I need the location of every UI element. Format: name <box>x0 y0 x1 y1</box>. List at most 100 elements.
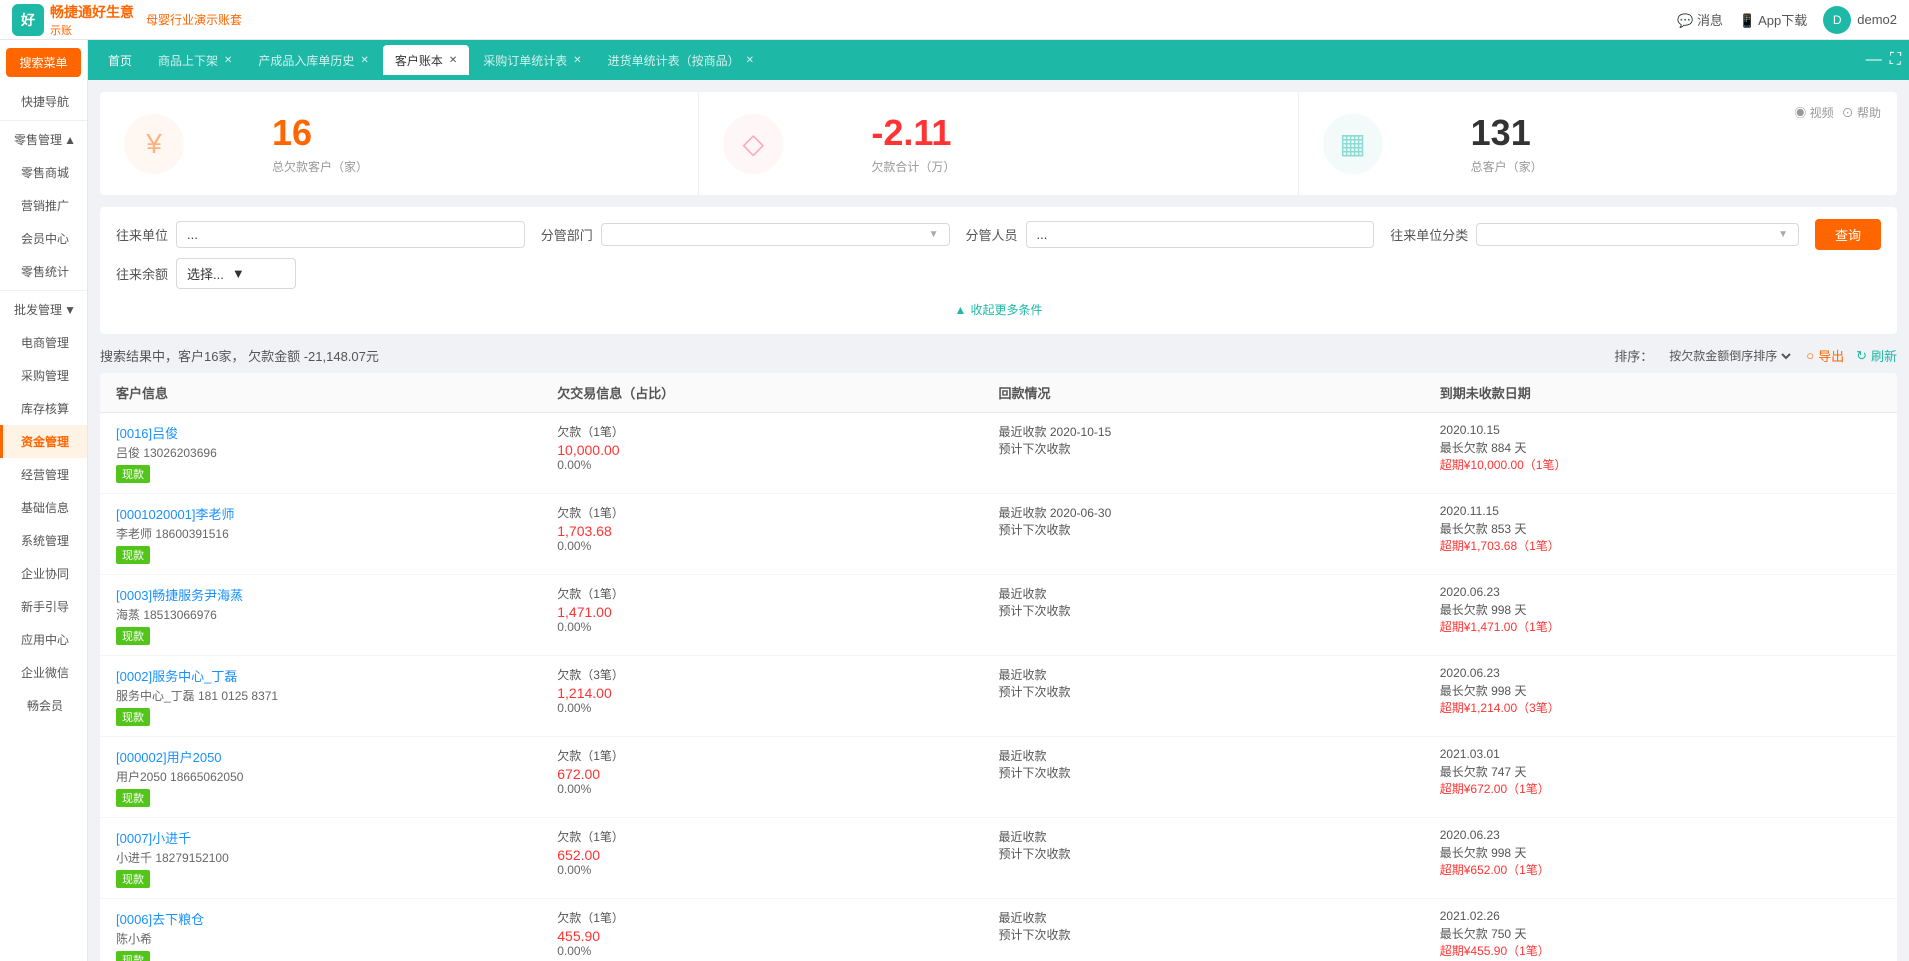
sidebar-item-operation[interactable]: 经营管理 <box>0 458 87 491</box>
collapse-btn[interactable]: ▲ 收起更多条件 <box>116 297 1881 322</box>
filter-person: 分管人员 ... <box>966 221 1375 248</box>
sidebar-item-system[interactable]: 系统管理 <box>0 524 87 557</box>
overdue-amount-4[interactable]: 超期¥1,214.00（3笔） <box>1440 699 1881 716</box>
tab-home[interactable]: 首页 <box>96 45 144 75</box>
user-avatar[interactable]: D demo2 <box>1823 6 1897 34</box>
customer-tag-4: 现款 <box>116 708 150 726</box>
logo-icon: 好 <box>12 4 44 36</box>
filter-person-input[interactable]: ... <box>1026 221 1375 248</box>
app-download-btn[interactable]: 📱 App下载 <box>1739 10 1807 29</box>
debt-amount-3: 1,471.00 <box>557 604 998 620</box>
tab-close-4[interactable]: ✕ <box>573 55 581 66</box>
tab-purchase-stats[interactable]: 采购订单统计表 ✕ <box>471 45 593 75</box>
sidebar-item-marketing[interactable]: 营销推广 <box>0 189 87 222</box>
customer-name-2[interactable]: [0001020001]李老师 <box>116 504 557 523</box>
tab-close-1[interactable]: ✕ <box>224 55 232 66</box>
overdue-amount-2[interactable]: 超期¥1,703.68（1笔） <box>1440 537 1881 554</box>
debt-percent-7: 0.00% <box>557 944 998 958</box>
stat-text-debt: 16 总欠款客户（家） <box>272 112 368 175</box>
sidebar-item-retail-stats[interactable]: 零售统计 <box>0 255 87 288</box>
sidebar-item-newbie[interactable]: 新手引导 <box>0 590 87 623</box>
customer-name-7[interactable]: [0006]去下粮仓 <box>116 909 557 928</box>
sidebar-divider-2 <box>0 290 87 291</box>
overdue-amount-3[interactable]: 超期¥1,471.00（1笔） <box>1440 618 1881 635</box>
tab-close-3[interactable]: ✕ <box>449 55 457 66</box>
refresh-btn[interactable]: ↻ 刷新 <box>1856 346 1897 365</box>
sidebar-item-retail-mall[interactable]: 零售商城 <box>0 156 87 189</box>
tab-minimize-btn[interactable]: — <box>1866 51 1882 69</box>
sidebar-item-member2[interactable]: 畅会员 <box>0 689 87 722</box>
tab-maximize-btn[interactable]: ⛶ <box>1890 51 1901 69</box>
search-menu-btn[interactable]: 搜索菜单 <box>6 48 81 77</box>
collection-next-7: 预计下次收款 <box>999 926 1440 943</box>
overdue-amount-6[interactable]: 超期¥652.00（1笔） <box>1440 861 1881 878</box>
view-video-btn[interactable]: ◉ 视频 <box>1794 104 1833 121</box>
debt-info-2: 欠款（1笔） 1,703.68 0.00% <box>557 504 998 553</box>
stat-icon-total-debt: ◇ <box>723 114 783 174</box>
tab-close-2[interactable]: ✕ <box>360 55 368 66</box>
sidebar-item-basic-info[interactable]: 基础信息 <box>0 491 87 524</box>
export-btn[interactable]: ○ 导出 <box>1806 346 1844 365</box>
sidebar-item-apps[interactable]: 应用中心 <box>0 623 87 656</box>
sidebar-item-retail-mgmt[interactable]: 零售管理▲ <box>0 123 87 156</box>
stat-icon-debt: ¥ <box>124 114 184 174</box>
filter-category-select[interactable]: ▼ <box>1476 223 1799 246</box>
tab-customer-ledger[interactable]: 客户账本 ✕ <box>383 45 469 75</box>
customer-name-1[interactable]: [0016]吕俊 <box>116 423 557 442</box>
filter-dept-select[interactable]: ▼ <box>601 223 950 246</box>
customer-contact-7: 陈小希 <box>116 930 557 947</box>
tab-inbound-stats[interactable]: 进货单统计表（按商品） ✕ <box>596 45 766 75</box>
sidebar-item-finance[interactable]: 资金管理 <box>0 425 87 458</box>
sidebar-item-inventory[interactable]: 库存核算 <box>0 392 87 425</box>
customer-name-5[interactable]: [000002]用户2050 <box>116 747 557 766</box>
subtitle-btn[interactable]: 母婴行业演示账套 <box>146 11 242 28</box>
tab-inbound-stats-label: 进货单统计表（按商品） <box>608 52 740 69</box>
due-date-5: 2021.03.01 <box>1440 747 1881 761</box>
tab-finished-goods[interactable]: 产成品入库单历史 ✕ <box>246 45 380 75</box>
sidebar: 搜索菜单 快捷导航 零售管理▲ 零售商城 营销推广 会员中心 零售统计 批发管理… <box>0 40 88 961</box>
sidebar-item-wholesale[interactable]: 批发管理▼ <box>0 293 87 326</box>
sidebar-item-member[interactable]: 会员中心 <box>0 222 87 255</box>
tab-product-listing[interactable]: 商品上下架 ✕ <box>146 45 244 75</box>
customer-name-3[interactable]: [0003]畅捷服务尹海蒸 <box>116 585 557 604</box>
customer-tag-5: 现款 <box>116 789 150 807</box>
col-header-debt: 欠交易信息（占比） <box>557 383 998 402</box>
main-content: ¥ 16 总欠款客户（家） ◇ -2.11 欠款合计（万） <box>88 80 1909 961</box>
sidebar-item-ecommerce[interactable]: 电商管理 <box>0 326 87 359</box>
customer-name-4[interactable]: [0002]服务中心_丁磊 <box>116 666 557 685</box>
table-row: [0003]畅捷服务尹海蒸 海蒸 18513066976 现款 欠款（1笔） 1… <box>100 575 1897 656</box>
sidebar-item-wechat[interactable]: 企业微信 <box>0 656 87 689</box>
filter-supplier-input[interactable]: ... <box>176 221 525 248</box>
debt-info-1: 欠款（1笔） 10,000.00 0.00% <box>557 423 998 472</box>
table-row: [0001020001]李老师 李老师 18600391516 现款 欠款（1笔… <box>100 494 1897 575</box>
overdue-amount-7[interactable]: 超期¥455.90（1笔） <box>1440 942 1881 959</box>
sidebar-item-purchase[interactable]: 采购管理 <box>0 359 87 392</box>
sidebar-item-quick-nav[interactable]: 快捷导航 <box>0 85 87 118</box>
debt-label-5: 欠款（1笔） <box>557 747 998 764</box>
refresh-icon: ↻ <box>1856 348 1867 364</box>
tab-close-5[interactable]: ✕ <box>746 55 754 66</box>
tabs-bar-right: — ⛶ <box>1866 51 1901 69</box>
sidebar-item-collab[interactable]: 企业协同 <box>0 557 87 590</box>
overdue-amount-5[interactable]: 超期¥672.00（1笔） <box>1440 780 1881 797</box>
search-button[interactable]: 查询 <box>1815 219 1881 250</box>
sort-select[interactable]: 按欠款金额倒序排序 <box>1665 348 1794 364</box>
stat-card-total-customers: ▦ 131 总客户（家） ◉ 视频 ⊙ 帮助 <box>1299 92 1897 195</box>
overdue-info-5: 2021.03.01 最长欠款 747 天 超期¥672.00（1笔） <box>1440 747 1881 797</box>
filter-balance-select[interactable]: 选择... ▼ <box>176 258 296 289</box>
filter-row-2: 往来余额 选择... ▼ <box>116 258 1881 289</box>
overdue-amount-1[interactable]: 超期¥10,000.00（1笔） <box>1440 456 1881 473</box>
collection-latest-7: 最近收款 <box>999 909 1440 926</box>
customer-name-6[interactable]: [0007]小进千 <box>116 828 557 847</box>
balance-placeholder: 选择... <box>187 264 224 283</box>
stat-actions: ◉ 视频 ⊙ 帮助 <box>1794 104 1881 121</box>
brand-subtitle[interactable]: 示账 <box>50 22 134 38</box>
help-btn[interactable]: ⊙ 帮助 <box>1842 104 1881 121</box>
stat-label-customers: 总客户（家） <box>1471 158 1543 175</box>
overdue-days-6: 最长欠款 998 天 <box>1440 844 1881 861</box>
debt-percent-4: 0.00% <box>557 701 998 715</box>
debt-label-3: 欠款（1笔） <box>557 585 998 602</box>
table-row: [0007]小进千 小进千 18279152100 现款 欠款（1笔） 652.… <box>100 818 1897 899</box>
due-date-7: 2021.02.26 <box>1440 909 1881 923</box>
message-btn[interactable]: 💬 消息 <box>1677 10 1723 29</box>
